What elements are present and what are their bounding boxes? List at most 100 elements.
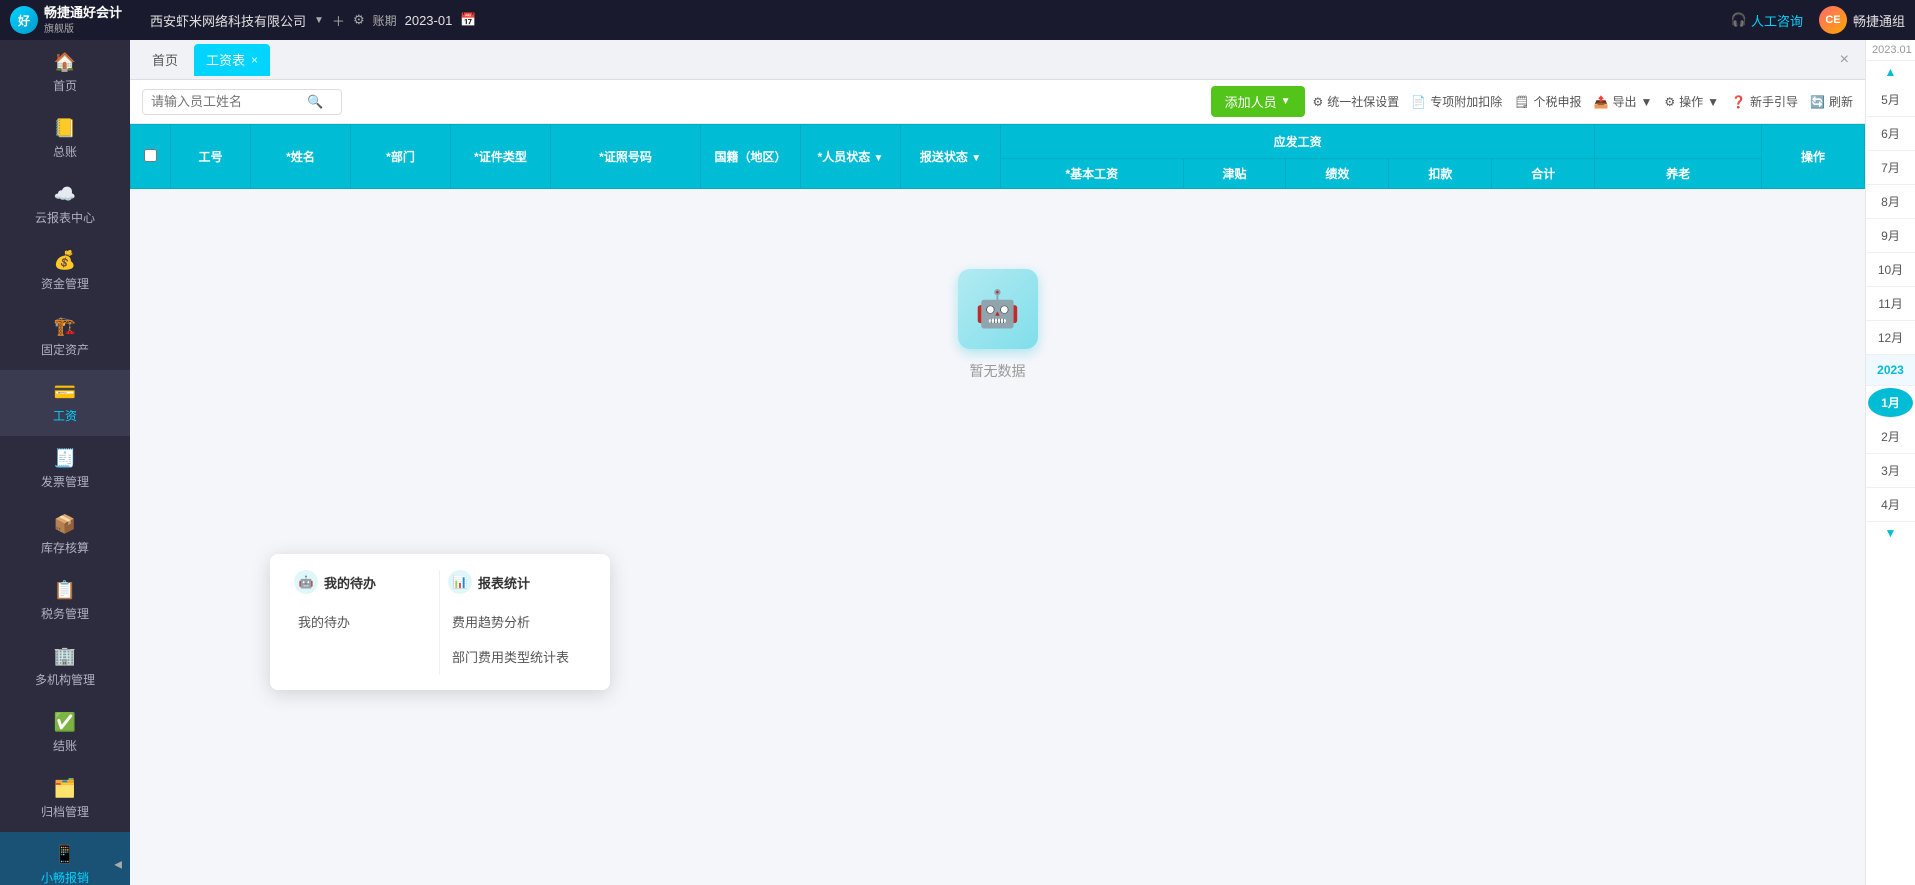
col-checkbox[interactable] — [131, 125, 171, 189]
tab-home[interactable]: 首页 — [140, 44, 190, 76]
date-sidebar: 2023.01 ▲ 5月 6月 7月 8月 9月 10月 11月 12月 202… — [1865, 40, 1915, 885]
date-item-5[interactable]: 5月 — [1866, 83, 1915, 117]
tab-salary-table[interactable]: 工资表 × — [194, 44, 270, 76]
logo-icon: 好 — [10, 6, 38, 34]
col-dept-header: *部门 — [351, 125, 451, 189]
user-info[interactable]: CE 畅捷通组 — [1819, 6, 1905, 34]
col-pension-header: 养老 — [1595, 159, 1762, 189]
sidebar-item-invoice[interactable]: 🧾 发票管理 — [0, 436, 130, 502]
person-status-filter-icon[interactable]: ▼ — [874, 153, 884, 164]
operation-icon: ⚙ — [1664, 95, 1675, 109]
col-name-header: *姓名 — [251, 125, 351, 189]
social-security-button[interactable]: ⚙ 统一社保设置 — [1313, 93, 1400, 110]
tax-declare-icon: 🗒 — [1514, 95, 1529, 109]
special-deduct-button[interactable]: 📄 专项附加扣除 — [1411, 93, 1502, 110]
settle-icon: ✅ — [54, 712, 76, 733]
sidebar-item-settle[interactable]: ✅ 结账 — [0, 700, 130, 766]
sidebar-item-tax[interactable]: 📋 税务管理 — [0, 568, 130, 634]
tab-bar: 首页 工资表 × × — [130, 40, 1865, 80]
search-icon: 🔍 — [307, 94, 323, 110]
tab-close-button[interactable]: × — [251, 53, 258, 67]
fund-icon: 💰 — [54, 250, 76, 271]
dept-expense-link[interactable]: 部门费用类型统计表 — [448, 639, 586, 674]
headset-icon: 🎧 — [1731, 12, 1747, 28]
popup-section-my-tasks-title: 🤖 我的待办 — [294, 570, 431, 594]
add-company-icon[interactable]: ＋ — [332, 11, 345, 30]
date-item-12[interactable]: 12月 — [1866, 321, 1915, 355]
period-label: 账期 — [373, 12, 397, 29]
invoice-icon: 🧾 — [54, 448, 76, 469]
refresh-button[interactable]: 🔄 刷新 — [1810, 93, 1853, 110]
date-item-3[interactable]: 3月 — [1866, 454, 1915, 488]
company-dropdown-icon[interactable]: ▼ — [314, 15, 324, 26]
new-guide-button[interactable]: ❓ 新手引导 — [1731, 93, 1798, 110]
content-area: 首页 工资表 × × 🔍 添加人员 ▼ — [130, 40, 1865, 885]
special-deduct-icon: 📄 — [1411, 95, 1426, 109]
search-input[interactable] — [151, 94, 301, 109]
date-item-6[interactable]: 6月 — [1866, 117, 1915, 151]
date-item-4[interactable]: 4月 — [1866, 488, 1915, 522]
col-work-id-header: 工号 — [171, 125, 251, 189]
col-person-status-header: *人员状态 ▼ — [801, 125, 901, 189]
sidebar-item-inventory[interactable]: 📦 库存核算 — [0, 502, 130, 568]
date-item-10[interactable]: 10月 — [1866, 253, 1915, 287]
customer-service-button[interactable]: 🎧 人工咨询 — [1731, 11, 1803, 30]
my-tasks-link[interactable]: 我的待办 — [294, 604, 431, 639]
operation-button[interactable]: ⚙ 操作 ▼ — [1664, 93, 1719, 110]
date-nav-down[interactable]: ▼ — [1866, 522, 1915, 544]
ledger-icon: 📒 — [54, 118, 76, 139]
new-guide-icon: ❓ — [1731, 95, 1746, 109]
sidebar-item-home[interactable]: 🏠 首页 — [0, 40, 130, 106]
sidebar-item-fixed-asset[interactable]: 🏗️ 固定资产 — [0, 304, 130, 370]
logo-area: 好 畅捷通好会计 旗舰版 — [10, 5, 140, 36]
inventory-icon: 📦 — [54, 514, 76, 535]
tax-declare-button[interactable]: 🗒 个税申报 — [1514, 93, 1581, 110]
empty-state: 🤖 暂无数据 — [130, 189, 1865, 461]
sidebar-item-fund[interactable]: 💰 资金管理 — [0, 238, 130, 304]
sidebar-item-archive[interactable]: 🗂️ 归档管理 — [0, 766, 130, 832]
date-nav-up[interactable]: ▲ — [1866, 61, 1915, 83]
col-performance-header: 绩效 — [1286, 159, 1389, 189]
sidebar-item-multi-org[interactable]: 🏢 多机构管理 — [0, 634, 130, 700]
sidebar-item-cloud-report[interactable]: ☁️ 云报表中心 — [0, 172, 130, 238]
date-item-8[interactable]: 8月 — [1866, 185, 1915, 219]
header-right: 🎧 人工咨询 CE 畅捷通组 — [1731, 6, 1905, 34]
salary-icon: 💳 — [54, 382, 76, 403]
select-all-checkbox[interactable] — [144, 149, 157, 162]
expense-icon: 📱 — [54, 844, 76, 865]
col-base-salary-header: *基本工资 — [1001, 159, 1184, 189]
collapse-arrow-icon: ◀ — [114, 860, 122, 871]
col-deduct-header: 扣款 — [1389, 159, 1492, 189]
period-value: 2023-01 — [405, 13, 453, 28]
cloud-icon: ☁️ — [54, 184, 76, 205]
top-header: 好 畅捷通好会计 旗舰版 西安虾米网络科技有限公司 ▼ ＋ ⚙ 账期 2023-… — [0, 0, 1915, 40]
refresh-icon: 🔄 — [1810, 95, 1825, 109]
search-wrap[interactable]: 🔍 — [142, 89, 342, 115]
date-item-2[interactable]: 2月 — [1866, 420, 1915, 454]
date-item-1-current[interactable]: 1月 — [1868, 388, 1913, 418]
send-status-filter-icon[interactable]: ▼ — [971, 153, 981, 164]
sidebar: 🏠 首页 📒 总账 ☁️ 云报表中心 💰 资金管理 🏗️ 固定资产 💳 工资 🧾… — [0, 40, 130, 885]
date-item-year-2023[interactable]: 2023 — [1866, 355, 1915, 386]
period-calendar-icon[interactable]: 📅 — [460, 12, 476, 28]
company-name: 西安虾米网络科技有限公司 — [150, 11, 306, 30]
company-area[interactable]: 西安虾米网络科技有限公司 ▼ ＋ ⚙ 账期 2023-01 📅 — [140, 11, 477, 30]
expense-trend-link[interactable]: 费用趋势分析 — [448, 604, 586, 639]
export-arrow-icon: ▼ — [1641, 95, 1653, 109]
report-stats-icon: 📊 — [448, 570, 472, 594]
add-person-button[interactable]: 添加人员 ▼ — [1211, 86, 1305, 117]
settings-icon[interactable]: ⚙ — [353, 12, 365, 28]
sidebar-item-expense[interactable]: 📱 小畅报销 ◀ — [0, 832, 130, 885]
date-item-7[interactable]: 7月 — [1866, 151, 1915, 185]
report-stats-title-text: 报表统计 — [478, 573, 530, 592]
sidebar-item-salary[interactable]: 💳 工资 — [0, 370, 130, 436]
date-item-9[interactable]: 9月 — [1866, 219, 1915, 253]
export-button[interactable]: 📤 导出 ▼ — [1594, 93, 1653, 110]
popup-col-left: 🤖 我的待办 我的待办 — [286, 570, 440, 674]
sidebar-item-ledger[interactable]: 📒 总账 — [0, 106, 130, 172]
date-item-11[interactable]: 11月 — [1866, 287, 1915, 321]
archive-icon: 🗂️ — [54, 778, 76, 799]
window-close-button[interactable]: × — [1834, 49, 1855, 71]
popup-grid: 🤖 我的待办 我的待办 📊 报表统计 费用趋势分析 部门费用类型统计表 — [286, 570, 594, 674]
tab-salary-table-label: 工资表 — [206, 50, 245, 69]
